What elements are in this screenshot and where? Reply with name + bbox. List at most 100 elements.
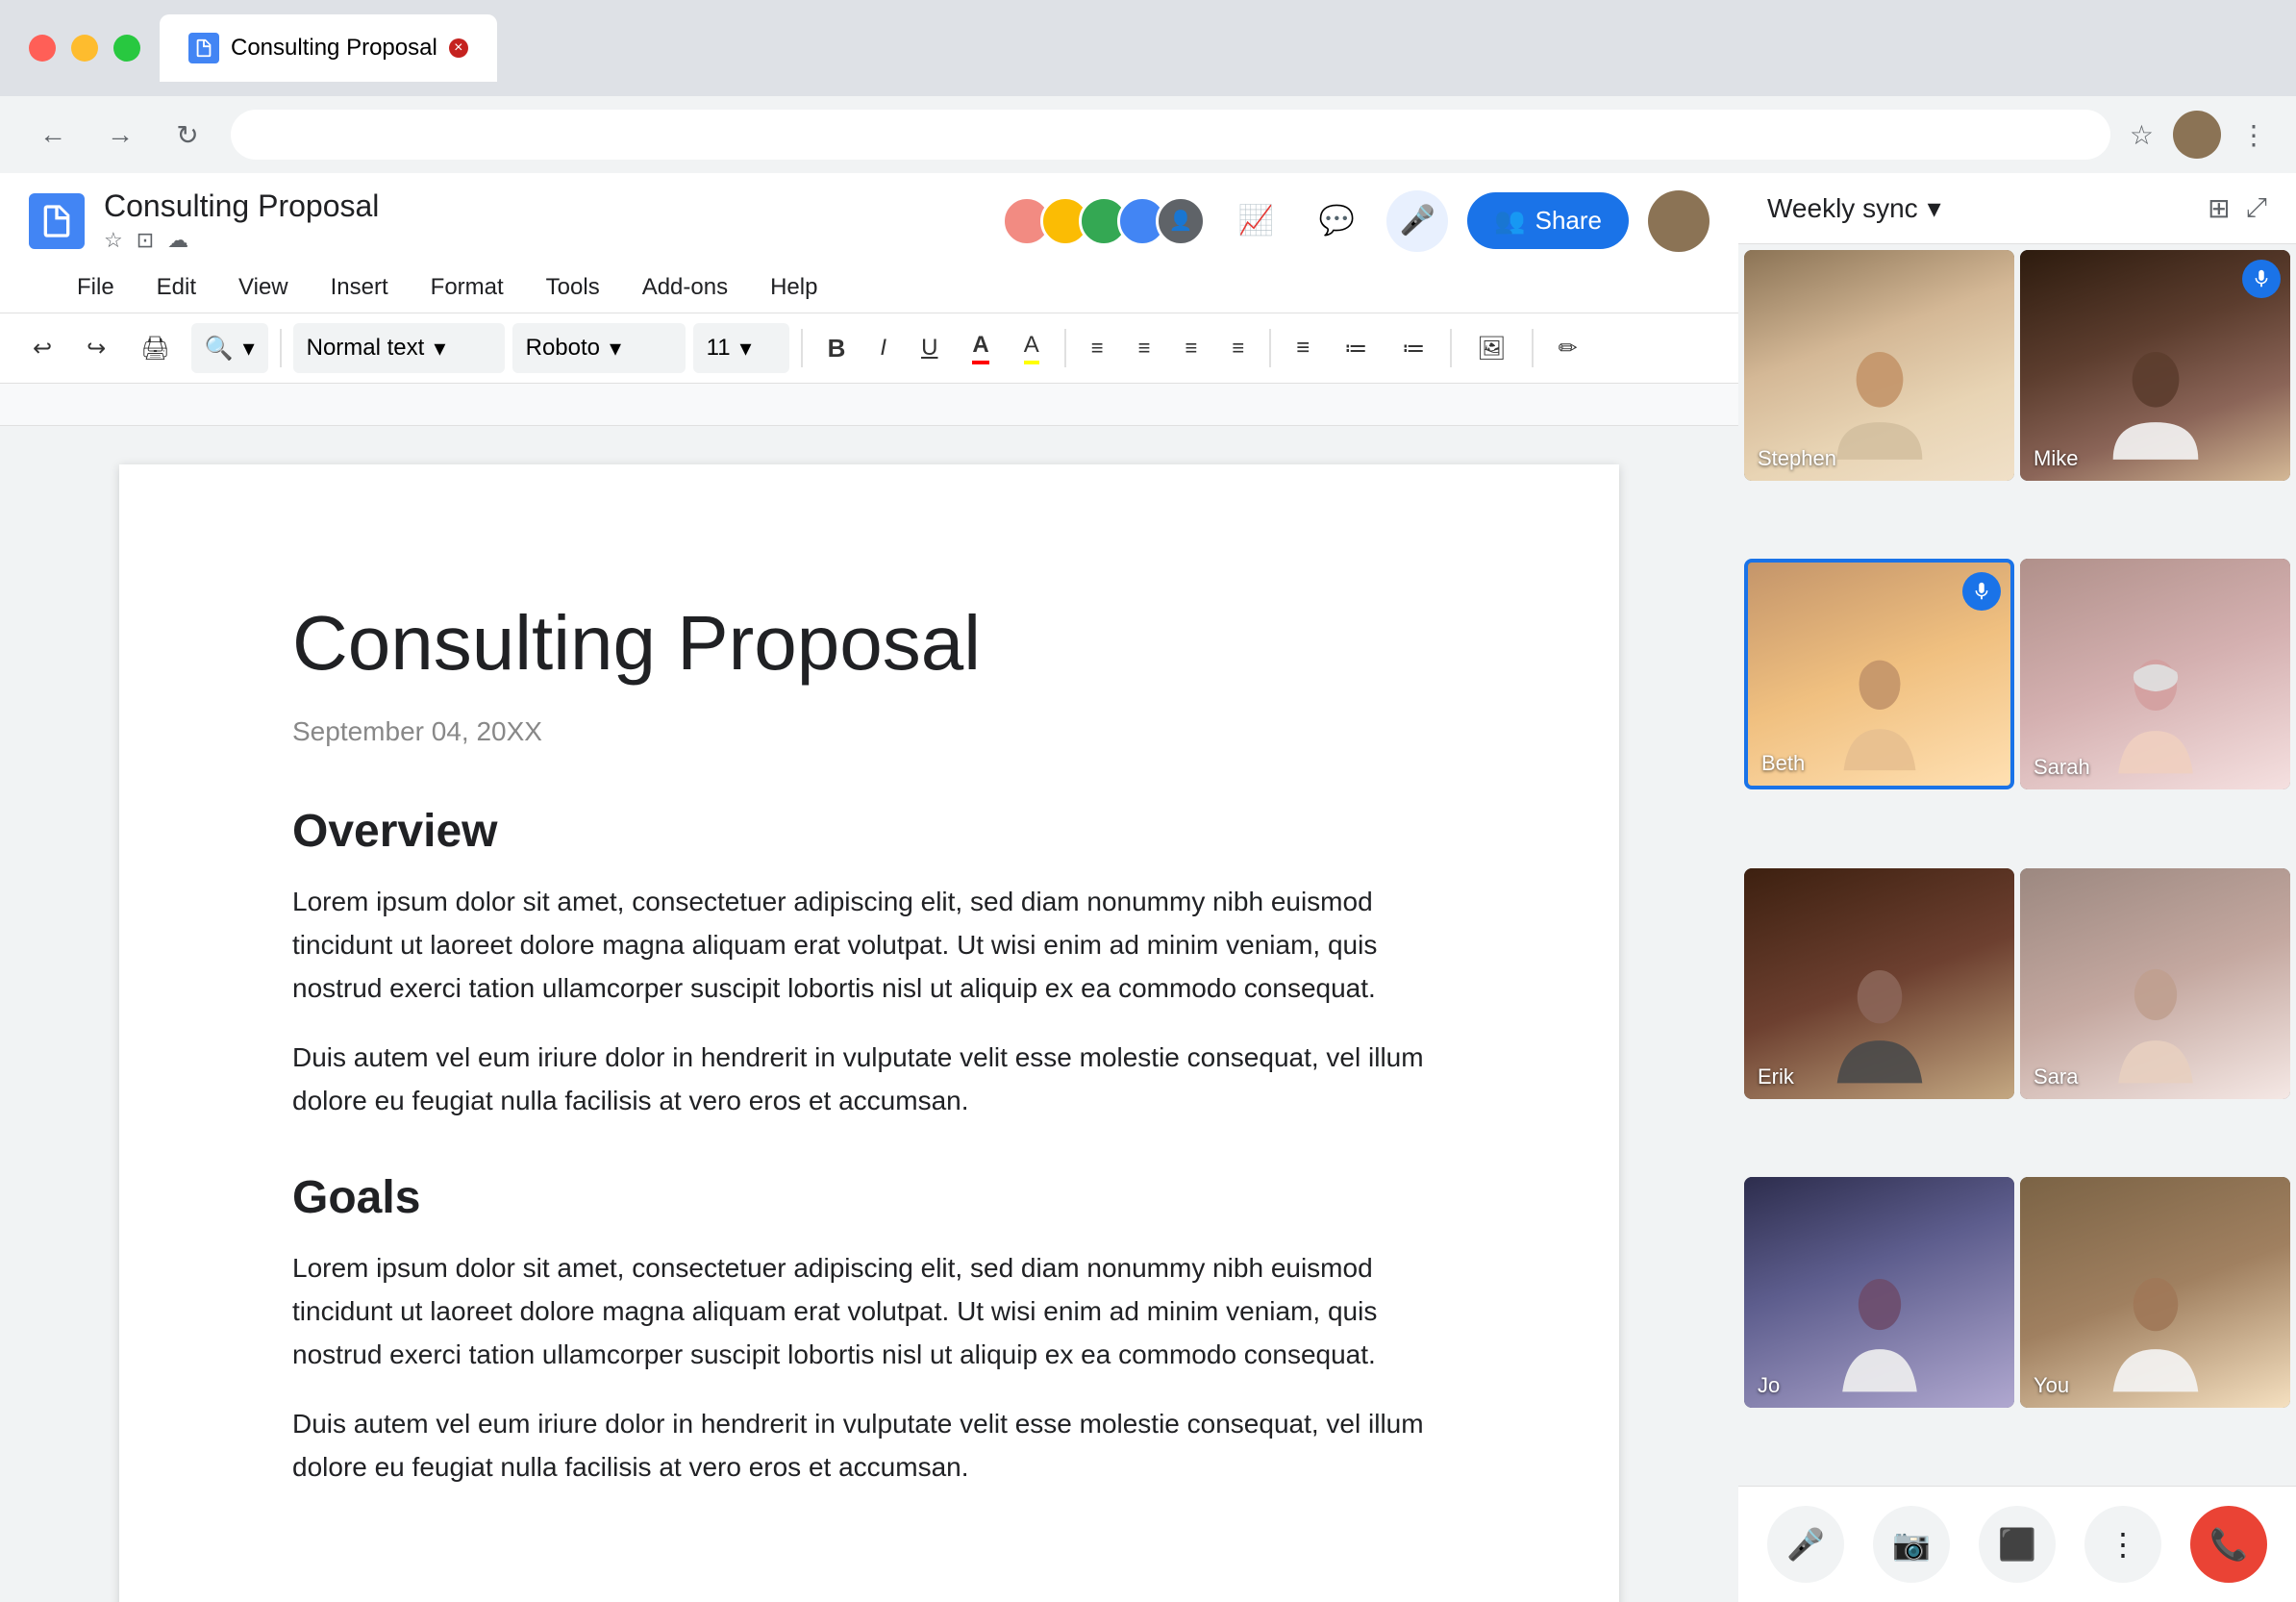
header-right: 👤 📈 💬 🎤 👥 Share <box>1002 190 1710 252</box>
cloud-icon[interactable]: ☁ <box>167 228 188 253</box>
style-label: Normal text <box>307 335 425 362</box>
numbered-list-btn[interactable]: ≔ <box>1388 323 1438 373</box>
doc-date: September 04, 20XX <box>292 716 1446 747</box>
mute-btn[interactable]: 🎤 <box>1767 1506 1844 1583</box>
menu-edit[interactable]: Edit <box>137 266 215 309</box>
section2-p2: Duis autem vel eum iriure dolor in hendr… <box>292 1403 1446 1489</box>
doc-scroll[interactable]: Consulting Proposal September 04, 20XX O… <box>0 426 1738 1602</box>
browser-actions: ☆ ⋮ <box>2130 111 2267 159</box>
section-goals: Goals Lorem ipsum dolor sit amet, consec… <box>292 1171 1446 1489</box>
menu-help[interactable]: Help <box>751 266 836 309</box>
size-chevron: ▾ <box>740 335 752 363</box>
insert-image-btn[interactable]: 🖼 <box>1463 323 1519 373</box>
underline-btn[interactable]: U <box>908 323 951 373</box>
highlight-btn[interactable]: A <box>1011 323 1053 373</box>
highlight-icon: A <box>1024 332 1039 364</box>
align-right-btn[interactable]: ≡ <box>1171 323 1210 373</box>
edit-mode-btn[interactable]: ✏ <box>1545 323 1591 373</box>
menu-format[interactable]: Format <box>412 266 523 309</box>
address-bar[interactable] <box>231 110 2110 160</box>
font-chevron: ▾ <box>610 335 621 363</box>
maximize-window-btn[interactable] <box>113 35 140 62</box>
toolbar-divider-4 <box>1269 329 1271 367</box>
video-tile-erik: Erik <box>1744 868 2014 1099</box>
font-size-select[interactable]: 11 ▾ <box>693 323 789 373</box>
section1-p2: Duis autem vel eum iriure dolor in hendr… <box>292 1037 1446 1123</box>
voice-icon-btn[interactable]: 🎤 <box>1386 190 1448 252</box>
bookmark-icon[interactable]: ☆ <box>2130 119 2154 151</box>
zoom-chevron: ▾ <box>243 335 255 363</box>
participant-name-jo: Jo <box>1758 1373 1780 1398</box>
align-left-btn[interactable]: ≡ <box>1078 323 1117 373</box>
user-profile-icon[interactable] <box>2173 111 2221 159</box>
tab-title: Consulting Proposal <box>231 35 437 62</box>
mike-mic-indicator <box>2242 260 2281 298</box>
video-panel-header: Weekly sync ▾ ⊞ ⤢ <box>1738 173 2296 244</box>
toolbar-divider-1 <box>280 329 282 367</box>
doc-page: Consulting Proposal September 04, 20XX O… <box>119 464 1619 1602</box>
font-label: Roboto <box>526 335 600 362</box>
menu-addons[interactable]: Add-ons <box>623 266 747 309</box>
toolbar-divider-2 <box>801 329 803 367</box>
more-options-icon[interactable]: ⋮ <box>2240 119 2267 151</box>
video-tile-you: You <box>2020 1177 2290 1408</box>
participant-name-erik: Erik <box>1758 1064 1794 1089</box>
bullet-list-btn[interactable]: ≔ <box>1331 323 1381 373</box>
share-button[interactable]: 👥 Share <box>1467 192 1629 249</box>
tab-bar: Consulting Proposal × <box>160 14 2267 82</box>
font-select[interactable]: Roboto ▾ <box>512 323 686 373</box>
reload-btn[interactable]: ↻ <box>163 111 212 159</box>
italic-btn[interactable]: I <box>866 323 900 373</box>
menu-tools[interactable]: Tools <box>527 266 619 309</box>
minimize-window-btn[interactable] <box>71 35 98 62</box>
call-title-chevron[interactable]: ▾ <box>1928 192 1941 224</box>
present-btn[interactable]: ⬛ <box>1979 1506 2056 1583</box>
redo-btn[interactable]: ↪ <box>73 323 119 373</box>
tab-doc-icon <box>188 33 219 63</box>
undo-btn[interactable]: ↩ <box>19 323 65 373</box>
grid-view-icon[interactable]: ⊞ <box>2208 192 2230 224</box>
menu-view[interactable]: View <box>219 266 308 309</box>
toolbar: ↩ ↪ 🖨 🔍 ▾ Normal text ▾ Roboto ▾ 11 ▾ B <box>0 313 1738 384</box>
print-btn[interactable]: 🖨 <box>127 323 183 373</box>
move-icon[interactable]: ⊡ <box>137 228 154 253</box>
forward-btn[interactable]: → <box>96 111 144 159</box>
address-bar-row: ← → ↻ ☆ ⋮ <box>0 96 2296 173</box>
doc-app-icon <box>29 193 85 249</box>
video-grid: Stephen Mike <box>1738 244 2296 1486</box>
text-color-btn[interactable]: A <box>959 323 1002 373</box>
video-tile-beth: Beth <box>1744 559 2014 789</box>
menu-file[interactable]: File <box>58 266 134 309</box>
menu-insert[interactable]: Insert <box>312 266 408 309</box>
camera-btn[interactable]: 📷 <box>1873 1506 1950 1583</box>
section2-title: Goals <box>292 1171 1446 1224</box>
doc-main-heading: Consulting Proposal <box>292 599 1446 688</box>
panel-icons: ⊞ ⤢ <box>2208 192 2267 224</box>
style-select[interactable]: Normal text ▾ <box>293 323 505 373</box>
app-container: Consulting Proposal ☆ ⊡ ☁ 👤 <box>0 173 2296 1602</box>
participant-name-sarah: Sarah <box>2034 755 2090 780</box>
end-call-btn[interactable]: 📞 <box>2190 1506 2267 1583</box>
doc-title-area: Consulting Proposal ☆ ⊡ ☁ <box>104 188 983 253</box>
tab-close-btn[interactable]: × <box>449 38 468 58</box>
section1-title: Overview <box>292 805 1446 858</box>
active-tab[interactable]: Consulting Proposal × <box>160 14 497 82</box>
comment-icon-btn[interactable]: 💬 <box>1306 190 1367 252</box>
back-btn[interactable]: ← <box>29 111 77 159</box>
bold-btn[interactable]: B <box>814 323 860 373</box>
doc-title[interactable]: Consulting Proposal <box>104 188 983 224</box>
user-account-avatar[interactable] <box>1648 190 1710 252</box>
close-window-btn[interactable] <box>29 35 56 62</box>
line-spacing-btn[interactable]: ≡ <box>1283 323 1323 373</box>
section2-p1: Lorem ipsum dolor sit amet, consectetuer… <box>292 1247 1446 1376</box>
star-icon[interactable]: ☆ <box>104 228 123 253</box>
ruler <box>0 384 1738 426</box>
pop-out-icon[interactable]: ⤢ <box>2246 192 2267 224</box>
participant-name-you: You <box>2034 1373 2069 1398</box>
justify-btn[interactable]: ≡ <box>1218 323 1258 373</box>
activity-icon-btn[interactable]: 📈 <box>1225 190 1286 252</box>
zoom-icon: 🔍 <box>205 335 234 363</box>
zoom-btn[interactable]: 🔍 ▾ <box>191 323 268 373</box>
align-center-btn[interactable]: ≡ <box>1125 323 1164 373</box>
more-call-options-btn[interactable]: ⋮ <box>2084 1506 2161 1583</box>
